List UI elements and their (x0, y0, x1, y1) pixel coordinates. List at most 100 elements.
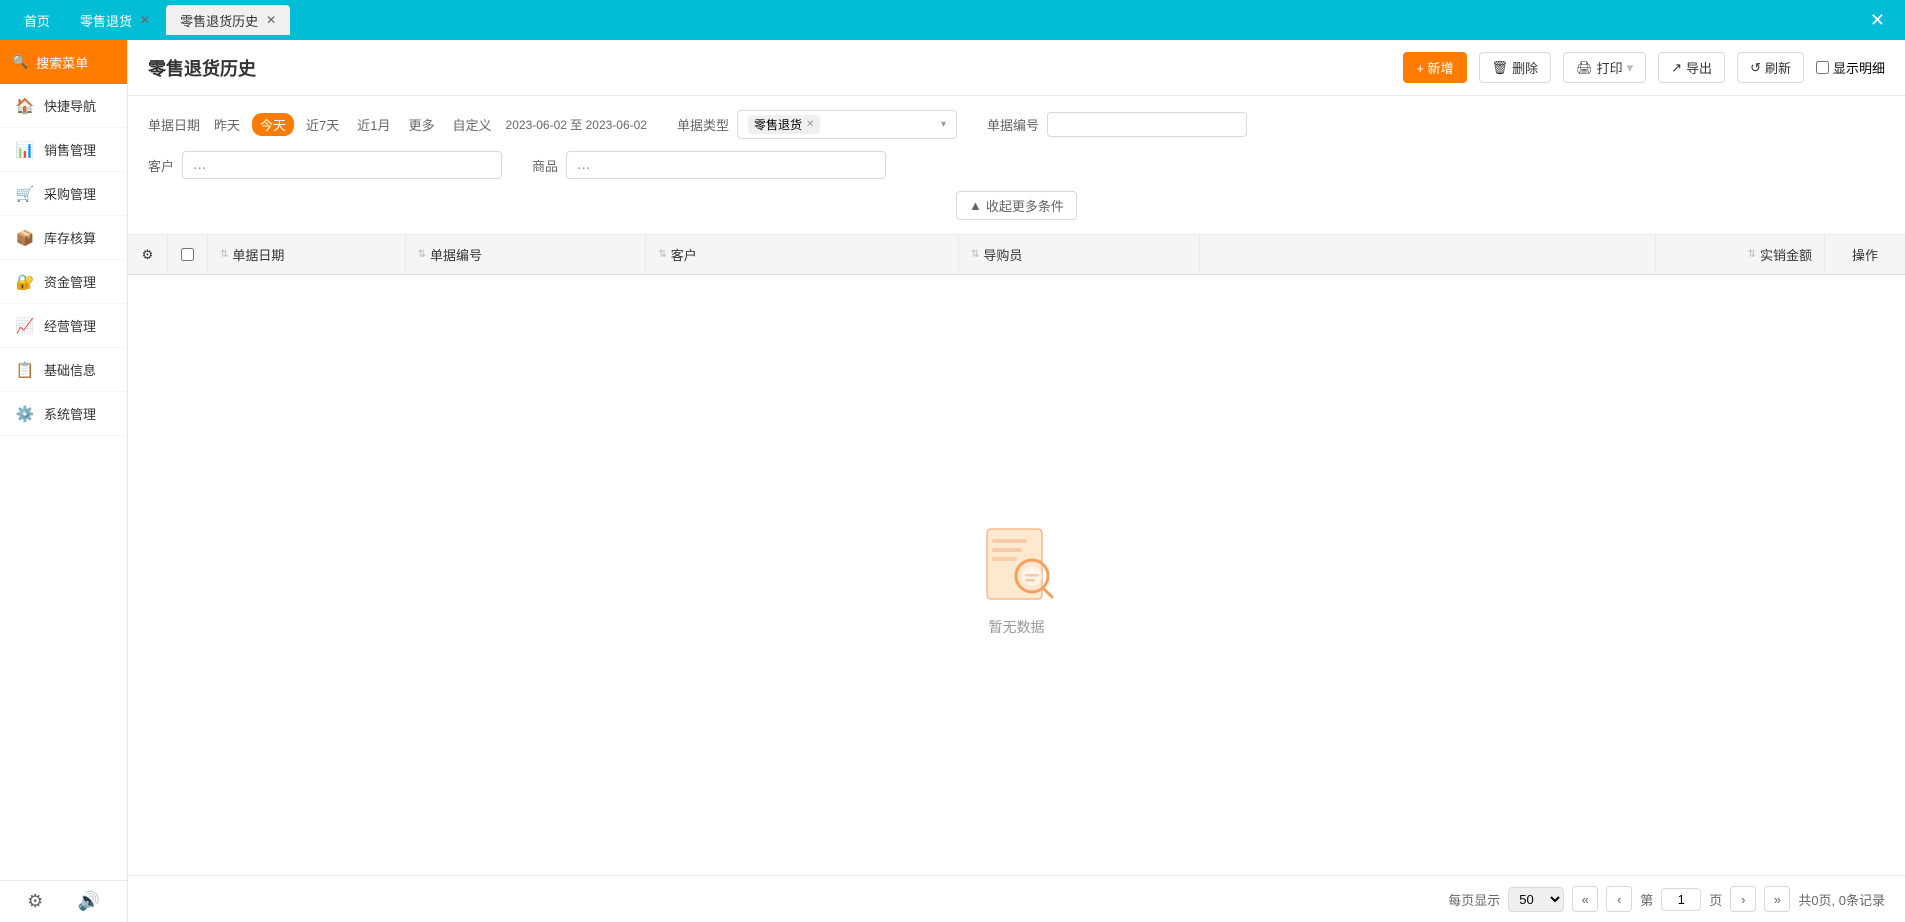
show-detail-checkbox-label[interactable]: 显示明细 (1816, 58, 1885, 77)
delete-label: 删除 (1512, 58, 1538, 77)
th-guide-label: 导购员 (983, 245, 1022, 264)
table-container: ⚙ ⇅ 单据日期 ⇅ 单据编号 ⇅ 客户 ⇅ (128, 235, 1905, 875)
print-label: 打印 (1597, 58, 1623, 77)
tab-retail-return-close[interactable]: ✕ (140, 13, 150, 27)
date-options: 昨天 今天 近7天 近1月 更多 自定义 (208, 113, 498, 136)
sidebar-item-inventory[interactable]: 📦 库存核算 (0, 216, 127, 260)
per-page-select[interactable]: 50 10 20 100 (1508, 887, 1564, 912)
print-icon: 🖨 (1576, 60, 1593, 76)
next-page-button[interactable]: › (1730, 886, 1756, 912)
sound-bottom-icon[interactable]: 🔊 (77, 891, 99, 912)
total-label: 共0页, 0条记录 (1798, 890, 1885, 909)
cart-icon: 🛒 (16, 185, 34, 203)
sidebar-item-purchase[interactable]: 🛒 采购管理 (0, 172, 127, 216)
sidebar-item-operations[interactable]: 📈 经营管理 (0, 304, 127, 348)
window-close-button[interactable]: ✕ (1860, 10, 1895, 31)
collapse-up-icon: ▲ (969, 198, 982, 213)
tab-retail-return-history[interactable]: 零售退货历史 ✕ (166, 5, 290, 35)
th-check[interactable] (168, 235, 208, 274)
tab-retail-return[interactable]: 零售退货 ✕ (66, 5, 164, 35)
goods-ellipsis[interactable]: ... (577, 156, 590, 174)
chart-icon: 📊 (16, 141, 34, 159)
sidebar-search[interactable]: 🔍 搜索菜单 (0, 40, 127, 84)
print-button[interactable]: 🖨 打印 ▾ (1563, 52, 1646, 83)
th-date-sort-icon: ⇅ (220, 250, 228, 260)
th-date[interactable]: ⇅ 单据日期 (208, 235, 406, 274)
sidebar-item-inventory-label: 库存核算 (44, 228, 96, 247)
customer-ellipsis[interactable]: ... (193, 156, 206, 174)
date-opt-today[interactable]: 今天 (252, 113, 294, 136)
type-select[interactable]: 零售退货 ✕ ▾ (737, 110, 957, 139)
number-filter-input[interactable] (1047, 112, 1247, 137)
filter-area: 单据日期 昨天 今天 近7天 近1月 更多 自定义 2023-06-02 至 2… (128, 96, 1905, 235)
tab-bar: 首页 零售退货 ✕ 零售退货历史 ✕ ✕ (0, 0, 1905, 40)
th-no[interactable]: ⇅ 单据编号 (406, 235, 647, 274)
date-opt-last1month[interactable]: 近1月 (351, 113, 396, 136)
per-page-label: 每页显示 (1448, 890, 1500, 909)
sidebar-item-system[interactable]: ⚙️ 系统管理 (0, 392, 127, 436)
sidebar-item-sales[interactable]: 📊 销售管理 (0, 128, 127, 172)
main-layout: 🔍 搜索菜单 🏠 快捷导航 📊 销售管理 🛒 采购管理 📦 库存核算 🔐 资金管… (0, 40, 1905, 922)
th-date-label: 单据日期 (232, 245, 284, 264)
date-filter-label: 单据日期 (148, 115, 200, 134)
th-no-sort-icon: ⇅ (418, 250, 426, 260)
type-tag-close[interactable]: ✕ (806, 119, 814, 130)
th-gear[interactable]: ⚙ (128, 235, 168, 274)
show-detail-label: 显示明细 (1833, 58, 1885, 77)
select-all-checkbox[interactable] (181, 248, 194, 261)
date-opt-yesterday[interactable]: 昨天 (208, 113, 246, 136)
filter-row-2: 客户 ... 商品 ... (148, 151, 1885, 179)
last-page-button[interactable]: » (1764, 886, 1790, 912)
th-amount-label: 实销金额 (1760, 245, 1812, 264)
th-amount-col[interactable]: ⇅ 实销金额 (1656, 235, 1825, 274)
customer-filter: 客户 ... (148, 151, 502, 179)
sidebar-item-finance-label: 资金管理 (44, 272, 96, 291)
th-action-label: 操作 (1852, 245, 1878, 264)
filter-row-1: 单据日期 昨天 今天 近7天 近1月 更多 自定义 2023-06-02 至 2… (148, 110, 1885, 139)
empty-illustration (967, 514, 1067, 617)
clipboard-icon: 📋 (16, 361, 34, 379)
refresh-button[interactable]: ↺ 刷新 (1737, 52, 1804, 83)
sidebar-item-quick-nav[interactable]: 🏠 快捷导航 (0, 84, 127, 128)
export-button[interactable]: ↗ 导出 (1658, 52, 1725, 83)
collapse-label: 收起更多条件 (986, 196, 1064, 215)
th-guide[interactable]: ⇅ 导购员 (959, 235, 1200, 274)
first-page-button[interactable]: « (1572, 886, 1598, 912)
collapse-button[interactable]: ▲ 收起更多条件 (956, 191, 1077, 220)
sidebar-item-sales-label: 销售管理 (44, 140, 96, 159)
home-icon: 🏠 (16, 97, 34, 115)
type-tag-value: 零售退货 (754, 116, 802, 133)
th-amount-sort-icon: ⇅ (1748, 250, 1756, 260)
customer-filter-label: 客户 (148, 156, 174, 175)
settings-bottom-icon[interactable]: ⚙ (27, 891, 43, 912)
customer-select[interactable]: ... (182, 151, 502, 179)
gear-icon: ⚙️ (16, 405, 34, 423)
tab-home-label: 首页 (24, 11, 50, 30)
th-amount[interactable] (1200, 235, 1656, 274)
tab-home[interactable]: 首页 (10, 5, 64, 35)
tab-retail-return-history-close[interactable]: ✕ (266, 13, 276, 27)
show-detail-checkbox[interactable] (1816, 61, 1829, 74)
refresh-label: 刷新 (1765, 58, 1791, 77)
gear-col-icon: ⚙ (142, 247, 154, 263)
prev-page-button[interactable]: ‹ (1606, 886, 1632, 912)
sidebar-item-purchase-label: 采购管理 (44, 184, 96, 203)
goods-select[interactable]: ... (566, 151, 886, 179)
empty-state: 暂无数据 (128, 275, 1905, 875)
th-customer[interactable]: ⇅ 客户 (646, 235, 959, 274)
th-customer-label: 客户 (671, 245, 697, 264)
new-button[interactable]: + 新增 (1403, 52, 1466, 83)
goods-filter-label: 商品 (532, 156, 558, 175)
delete-button[interactable]: 🗑 删除 (1479, 52, 1552, 83)
page-title: 零售退货历史 (148, 55, 256, 81)
date-opt-more[interactable]: 更多 (403, 113, 441, 136)
search-icon: 🔍 (12, 54, 28, 70)
pagination: 每页显示 50 10 20 100 « ‹ 第 页 › » 共0页, 0条记录 (128, 875, 1905, 922)
date-filter: 单据日期 昨天 今天 近7天 近1月 更多 自定义 2023-06-02 至 2… (148, 113, 647, 136)
date-opt-custom[interactable]: 自定义 (447, 113, 498, 136)
sidebar-item-finance[interactable]: 🔐 资金管理 (0, 260, 127, 304)
page-number-input[interactable] (1661, 888, 1701, 911)
sidebar-item-base-info[interactable]: 📋 基础信息 (0, 348, 127, 392)
th-customer-sort-icon: ⇅ (658, 250, 666, 260)
date-opt-last7[interactable]: 近7天 (300, 113, 345, 136)
